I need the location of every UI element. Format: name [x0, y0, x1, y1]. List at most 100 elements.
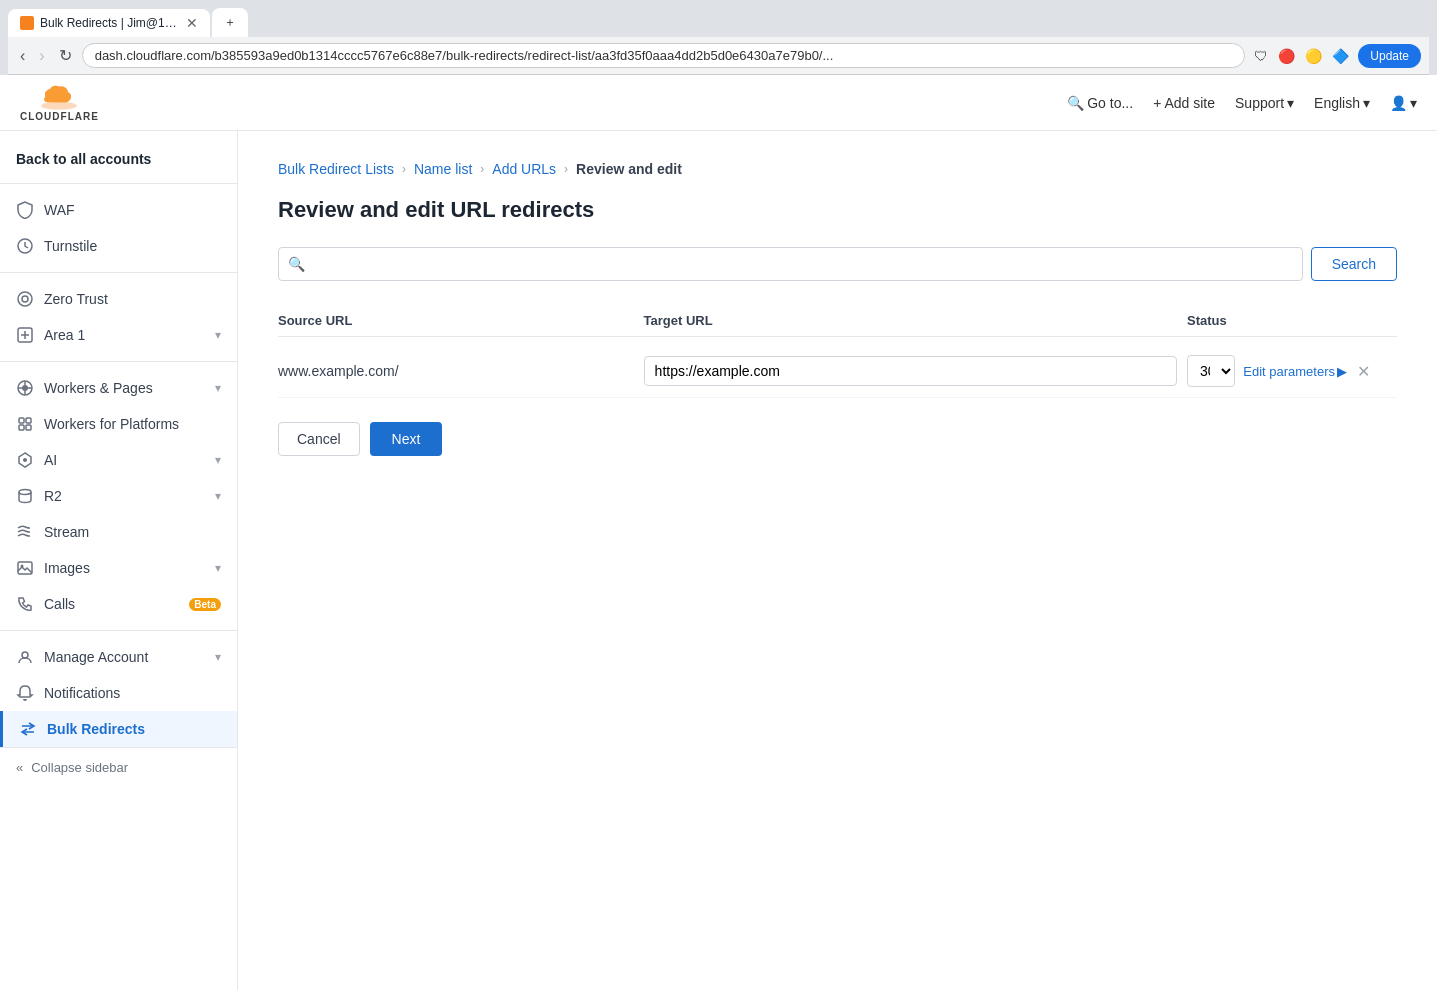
back-to-accounts[interactable]: Back to all accounts [0, 139, 237, 184]
delete-row-button[interactable]: ✕ [1357, 363, 1370, 380]
sidebar-item-label: Turnstile [44, 238, 221, 254]
search-button[interactable]: Search [1311, 247, 1397, 281]
zero-trust-icon [16, 290, 34, 308]
target-url-input[interactable] [644, 356, 1177, 386]
extension-icon2: 🟡 [1302, 46, 1325, 66]
sidebar-item-label: Workers for Platforms [44, 416, 221, 432]
shield-icon: 🛡 [1251, 46, 1271, 66]
sidebar-item-r2[interactable]: R2 ▾ [0, 478, 237, 514]
user-menu[interactable]: 👤 ▾ [1390, 95, 1417, 111]
chevron-icon: ▾ [215, 381, 221, 395]
extension-icon1: 🔴 [1275, 46, 1298, 66]
action-buttons: Cancel Next [278, 422, 1397, 456]
sidebar-item-manage-account[interactable]: Manage Account ▾ [0, 639, 237, 675]
bulk-redirects-icon [19, 720, 37, 738]
sidebar-item-calls[interactable]: Calls Beta [0, 586, 237, 622]
svg-point-12 [19, 490, 31, 495]
active-tab[interactable]: Bulk Redirects | Jim@13way ✕ [8, 9, 210, 37]
browser-tabs: Bulk Redirects | Jim@13way ✕ ＋ [8, 8, 1429, 37]
sidebar-item-label: R2 [44, 488, 205, 504]
ai-icon [16, 451, 34, 469]
breadcrumb-add-urls[interactable]: Add URLs [492, 161, 556, 177]
breadcrumb-bulk-redirect-lists[interactable]: Bulk Redirect Lists [278, 161, 394, 177]
breadcrumb-sep-2: › [480, 162, 484, 176]
logo-text: CLOUDFLARE [20, 111, 99, 122]
status-and-params: 301 302 307 308 Edit parameters ▶ [1187, 355, 1347, 387]
sidebar-item-images[interactable]: Images ▾ [0, 550, 237, 586]
sidebar-item-area1[interactable]: Area 1 ▾ [0, 317, 237, 353]
main-content: Bulk Redirect Lists › Name list › Add UR… [238, 131, 1437, 990]
sidebar-item-label: Bulk Redirects [47, 721, 221, 737]
cloudflare-logo: CLOUDFLARE [20, 83, 99, 122]
area1-icon [16, 326, 34, 344]
page-title: Review and edit URL redirects [278, 197, 1397, 223]
update-button[interactable]: Update [1358, 44, 1421, 68]
sidebar-item-waf[interactable]: WAF [0, 192, 237, 228]
extension-icon3: 🔷 [1329, 46, 1352, 66]
sidebar-item-notifications[interactable]: Notifications [0, 675, 237, 711]
sidebar-item-workers-pages[interactable]: Workers & Pages ▾ [0, 370, 237, 406]
svg-rect-9 [19, 425, 24, 430]
forward-button[interactable]: › [35, 45, 48, 67]
svg-point-5 [22, 385, 28, 391]
collapse-sidebar-button[interactable]: « Collapse sidebar [0, 747, 237, 787]
refresh-button[interactable]: ↻ [55, 44, 76, 67]
sidebar-item-workers-platforms[interactable]: Workers for Platforms [0, 406, 237, 442]
tab-title: Bulk Redirects | Jim@13way [40, 16, 180, 30]
sidebar-item-stream[interactable]: Stream [0, 514, 237, 550]
breadcrumb-current: Review and edit [576, 161, 682, 177]
svg-rect-10 [26, 425, 31, 430]
svg-point-2 [18, 292, 32, 306]
sidebar-item-turnstile[interactable]: Turnstile [0, 228, 237, 264]
waf-icon [16, 201, 34, 219]
breadcrumb-sep-3: › [564, 162, 568, 176]
workers-platforms-icon [16, 415, 34, 433]
language-link[interactable]: English ▾ [1314, 95, 1370, 111]
tab-close-button[interactable]: ✕ [186, 15, 198, 31]
target-url-header: Target URL [644, 313, 1177, 328]
chevron-icon: ▾ [215, 328, 221, 342]
toolbar-icons: 🛡 🔴 🟡 🔷 [1251, 46, 1352, 66]
r2-icon [16, 487, 34, 505]
app-header: CLOUDFLARE 🔍 Go to... + Add site Support… [0, 75, 1437, 131]
search-input[interactable] [278, 247, 1303, 281]
cloudflare-flame-icon [39, 83, 79, 111]
sidebar-item-ai[interactable]: AI ▾ [0, 442, 237, 478]
sidebar-item-label: Stream [44, 524, 221, 540]
sidebar-item-bulk-redirects[interactable]: Bulk Redirects [0, 711, 237, 747]
browser-toolbar: ‹ › ↻ 🛡 🔴 🟡 🔷 Update [8, 37, 1429, 75]
workers-pages-icon [16, 379, 34, 397]
user-icon: 👤 [1390, 95, 1407, 111]
goto-link[interactable]: 🔍 Go to... [1067, 95, 1133, 111]
sidebar: Back to all accounts WAF Turnstile Zero … [0, 131, 238, 990]
breadcrumb: Bulk Redirect Lists › Name list › Add UR… [278, 161, 1397, 177]
cancel-button[interactable]: Cancel [278, 422, 360, 456]
next-button[interactable]: Next [370, 422, 443, 456]
chevron-icon: ▾ [215, 453, 221, 467]
chevron-down-icon: ▾ [1287, 95, 1294, 111]
chevron-icon: ▾ [215, 650, 221, 664]
app-body: Back to all accounts WAF Turnstile Zero … [0, 131, 1437, 990]
add-site-link[interactable]: + Add site [1153, 95, 1215, 111]
chevron-down-icon: ▾ [1363, 95, 1370, 111]
stream-icon [16, 523, 34, 541]
redirect-row: www.example.com/ 301 302 307 308 Edit pa… [278, 345, 1397, 398]
support-link[interactable]: Support ▾ [1235, 95, 1294, 111]
svg-point-11 [23, 458, 27, 462]
sidebar-item-label: Zero Trust [44, 291, 221, 307]
address-bar[interactable] [82, 43, 1246, 68]
back-button[interactable]: ‹ [16, 45, 29, 67]
svg-rect-7 [19, 418, 24, 423]
arrow-right-icon: ▶ [1337, 364, 1347, 379]
search-icon: 🔍 [288, 256, 305, 272]
source-url-value: www.example.com/ [278, 363, 634, 379]
search-input-wrapper: 🔍 [278, 247, 1303, 281]
search-row: 🔍 Search [278, 247, 1397, 281]
edit-parameters-link[interactable]: Edit parameters ▶ [1243, 364, 1347, 379]
status-select[interactable]: 301 302 307 308 [1187, 355, 1235, 387]
images-icon [16, 559, 34, 577]
new-tab-button[interactable]: ＋ [212, 8, 248, 37]
breadcrumb-name-list[interactable]: Name list [414, 161, 472, 177]
chevron-down-icon: ▾ [1410, 95, 1417, 111]
sidebar-item-zero-trust[interactable]: Zero Trust [0, 281, 237, 317]
